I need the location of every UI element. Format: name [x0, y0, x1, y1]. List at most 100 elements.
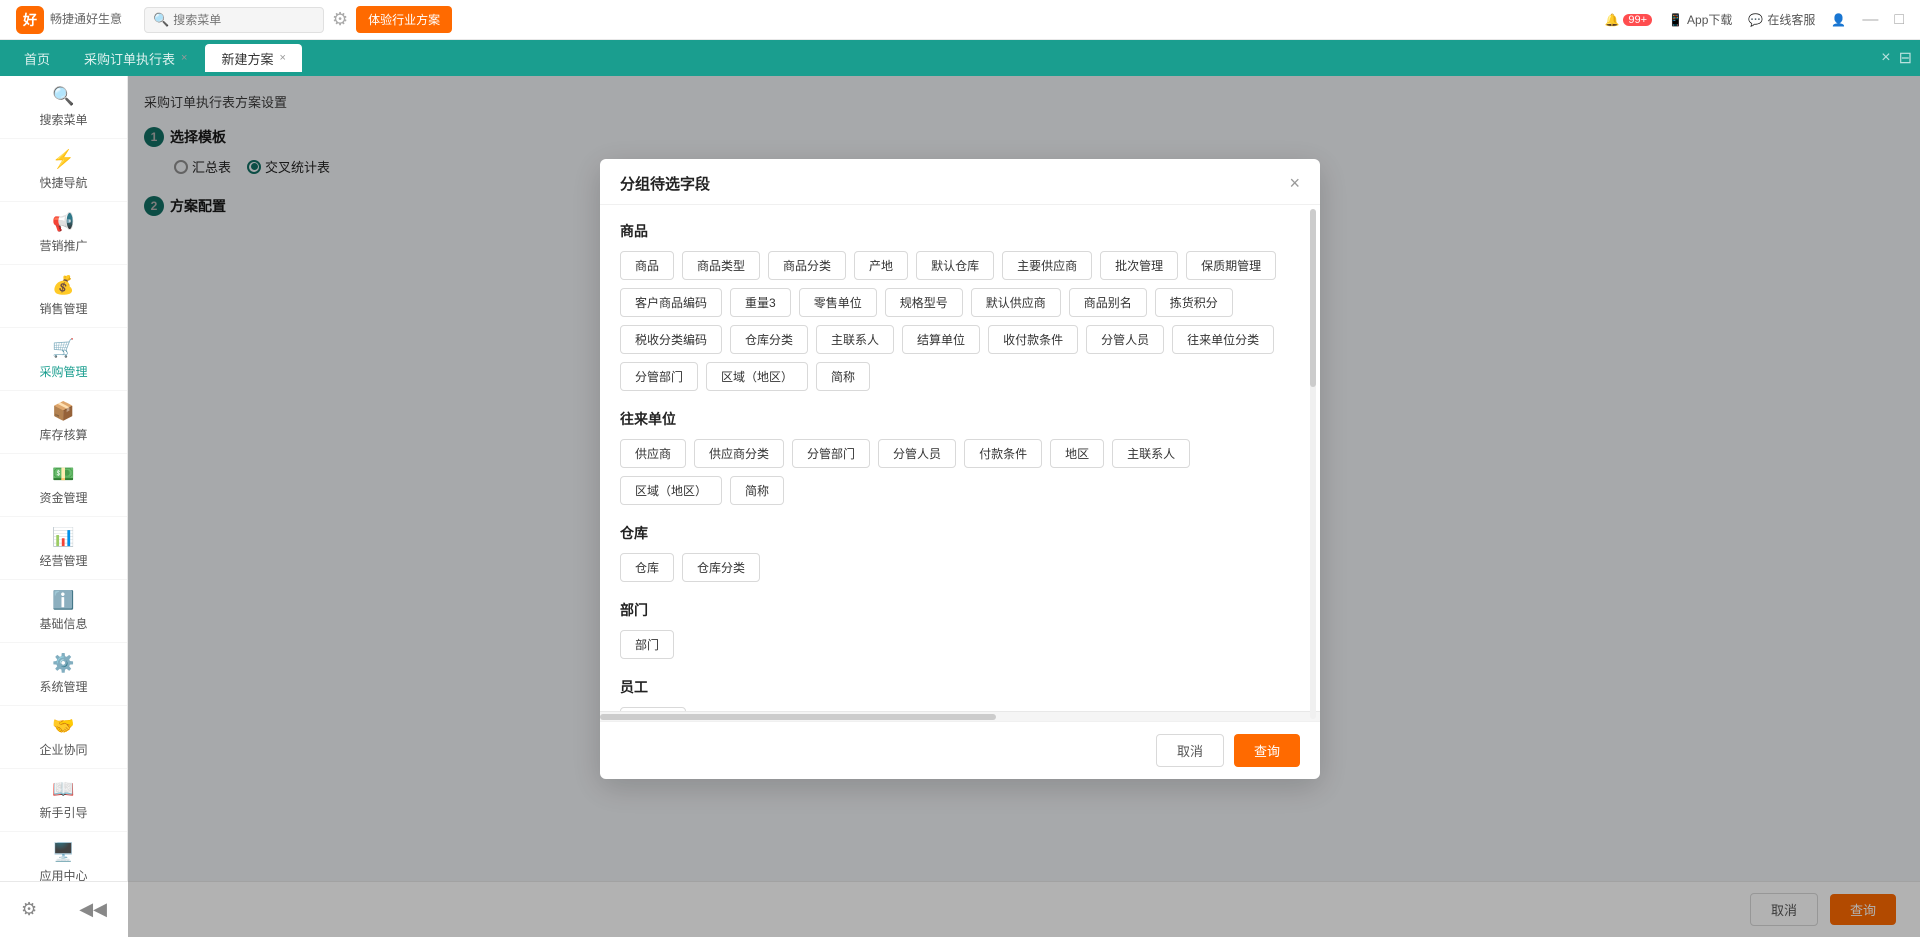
sidebar: 🔍 搜索菜单 ⚡ 快捷导航 📢 营销推广 💰 销售管理 🛒 采购管理 📦 库存核… — [0, 76, 128, 937]
section-warehouse-title: 仓库 — [620, 523, 1300, 543]
sidebar-item-label: 采购管理 — [39, 363, 87, 380]
nav-tabs: 首页 采购订单执行表 × 新建方案 × × ⊟ — [0, 40, 1920, 76]
nav-close-icon[interactable]: × — [1881, 49, 1890, 67]
sidebar-item-label: 企业协同 — [39, 741, 87, 758]
field-tag[interactable]: 供应商 — [620, 439, 686, 468]
experience-button[interactable]: 体验行业方案 — [356, 6, 452, 33]
section-staff: 员工 业务员 — [620, 677, 1300, 711]
sidebar-item-info[interactable]: ℹ️ 基础信息 — [0, 580, 127, 643]
field-tag[interactable]: 商品类型 — [682, 251, 760, 280]
online-service[interactable]: 💬 在线客服 — [1748, 11, 1815, 28]
tab-purchase-close[interactable]: × — [181, 52, 187, 64]
sidebar-item-label: 营销推广 — [39, 237, 87, 254]
field-tag[interactable]: 付款条件 — [964, 439, 1042, 468]
search-bar[interactable]: 🔍 — [144, 7, 324, 33]
tab-new-plan-close[interactable]: × — [279, 52, 285, 64]
modal-close-button[interactable]: × — [1289, 174, 1300, 192]
maximize-icon[interactable]: □ — [1894, 11, 1904, 29]
modal-vscrollbar[interactable] — [1310, 209, 1316, 719]
minimize-icon[interactable]: — — [1862, 11, 1878, 29]
field-tag[interactable]: 税收分类编码 — [620, 325, 722, 354]
info-icon: ℹ️ — [52, 590, 74, 611]
field-tag[interactable]: 规格型号 — [885, 288, 963, 317]
apps-icon: 🖥️ — [52, 842, 74, 863]
sidebar-item-operations[interactable]: 📊 经营管理 — [0, 517, 127, 580]
section-product-title: 商品 — [620, 221, 1300, 241]
field-tag[interactable]: 分管部门 — [620, 362, 698, 391]
sidebar-item-search[interactable]: 🔍 搜索菜单 — [0, 76, 127, 139]
modal-vscrollbar-thumb — [1310, 209, 1316, 388]
field-tag[interactable]: 重量3 — [730, 288, 791, 317]
sidebar-item-finance[interactable]: 💵 资金管理 — [0, 454, 127, 517]
nav-expand-icon[interactable]: ⊟ — [1899, 48, 1912, 68]
field-tag[interactable]: 部门 — [620, 630, 674, 659]
download-icon: 📱 — [1668, 13, 1683, 27]
sidebar-item-guide[interactable]: 📖 新手引导 — [0, 769, 127, 832]
field-tag[interactable]: 收付款条件 — [988, 325, 1078, 354]
field-tag[interactable]: 区域（地区） — [706, 362, 808, 391]
notification-area[interactable]: 🔔 99+ — [1604, 13, 1652, 27]
modal-hscrollbar[interactable] — [600, 711, 1320, 721]
sidebar-item-sales[interactable]: 💰 销售管理 — [0, 265, 127, 328]
field-tag[interactable]: 区域（地区） — [620, 476, 722, 505]
quicknav-icon: ⚡ — [52, 149, 74, 170]
field-tag[interactable]: 零售单位 — [799, 288, 877, 317]
section-partner: 往来单位 供应商 供应商分类 分管部门 分管人员 付款条件 地区 主联系人 区域… — [620, 409, 1300, 505]
field-tag[interactable]: 默认供应商 — [971, 288, 1061, 317]
field-tag[interactable]: 商品 — [620, 251, 674, 280]
field-tag[interactable]: 供应商分类 — [694, 439, 784, 468]
field-tag[interactable]: 主联系人 — [816, 325, 894, 354]
sidebar-item-quicknav[interactable]: ⚡ 快捷导航 — [0, 139, 127, 202]
topbar: 好 畅捷通好生意 🔍 ⚙ 体验行业方案 🔔 99+ 📱 App下载 💬 在线客服… — [0, 0, 1920, 40]
settings-icon[interactable]: ⚙ — [332, 9, 348, 30]
sidebar-item-inventory[interactable]: 📦 库存核算 — [0, 391, 127, 454]
sidebar-item-collab[interactable]: 🤝 企业协同 — [0, 706, 127, 769]
section-partner-tags: 供应商 供应商分类 分管部门 分管人员 付款条件 地区 主联系人 区域（地区） … — [620, 439, 1300, 505]
marketing-icon: 📢 — [52, 212, 74, 233]
modal-footer: 取消 查询 — [600, 721, 1320, 779]
field-tag[interactable]: 批次管理 — [1100, 251, 1178, 280]
avatar-icon: 👤 — [1831, 13, 1846, 27]
field-tag[interactable]: 主联系人 — [1112, 439, 1190, 468]
section-warehouse: 仓库 仓库 仓库分类 — [620, 523, 1300, 582]
sidebar-item-purchase[interactable]: 🛒 采购管理 — [0, 328, 127, 391]
section-product-tags: 商品 商品类型 商品分类 产地 默认仓库 主要供应商 批次管理 保质期管理 客户… — [620, 251, 1300, 391]
field-tag[interactable]: 保质期管理 — [1186, 251, 1276, 280]
sales-icon: 💰 — [52, 275, 74, 296]
cancel-button[interactable]: 取消 — [1156, 734, 1224, 767]
sidebar-collapse-icon[interactable]: ◀◀ — [79, 899, 107, 920]
tab-purchase-exec[interactable]: 采购订单执行表 × — [68, 44, 203, 72]
field-tag[interactable]: 分管部门 — [792, 439, 870, 468]
user-avatar[interactable]: 👤 — [1831, 13, 1846, 27]
field-tag[interactable]: 结算单位 — [902, 325, 980, 354]
sidebar-settings-icon[interactable]: ⚙ — [21, 899, 37, 920]
field-tag[interactable]: 仓库分类 — [730, 325, 808, 354]
tab-new-plan[interactable]: 新建方案 × — [205, 44, 301, 72]
field-tag[interactable]: 简称 — [730, 476, 784, 505]
field-tag[interactable]: 往来单位分类 — [1172, 325, 1274, 354]
field-tag[interactable]: 地区 — [1050, 439, 1104, 468]
confirm-button[interactable]: 查询 — [1234, 734, 1300, 767]
field-tag[interactable]: 简称 — [816, 362, 870, 391]
modal-header: 分组待选字段 × — [600, 159, 1320, 205]
field-tag[interactable]: 商品分类 — [768, 251, 846, 280]
finance-icon: 💵 — [52, 464, 74, 485]
guide-icon: 📖 — [52, 779, 74, 800]
tab-home[interactable]: 首页 — [8, 44, 66, 72]
field-tag[interactable]: 分管人员 — [878, 439, 956, 468]
sidebar-item-label: 资金管理 — [39, 489, 87, 506]
field-tag[interactable]: 产地 — [854, 251, 908, 280]
search-input[interactable] — [173, 13, 293, 27]
field-tag[interactable]: 主要供应商 — [1002, 251, 1092, 280]
field-tag[interactable]: 分管人员 — [1086, 325, 1164, 354]
service-icon: 💬 — [1748, 13, 1763, 27]
field-tag[interactable]: 仓库 — [620, 553, 674, 582]
app-download[interactable]: 📱 App下载 — [1668, 11, 1732, 28]
sidebar-item-system[interactable]: ⚙️ 系统管理 — [0, 643, 127, 706]
field-tag[interactable]: 默认仓库 — [916, 251, 994, 280]
field-tag[interactable]: 仓库分类 — [682, 553, 760, 582]
field-tag[interactable]: 商品别名 — [1069, 288, 1147, 317]
field-tag[interactable]: 客户商品编码 — [620, 288, 722, 317]
field-tag[interactable]: 拣货积分 — [1155, 288, 1233, 317]
sidebar-item-marketing[interactable]: 📢 营销推广 — [0, 202, 127, 265]
